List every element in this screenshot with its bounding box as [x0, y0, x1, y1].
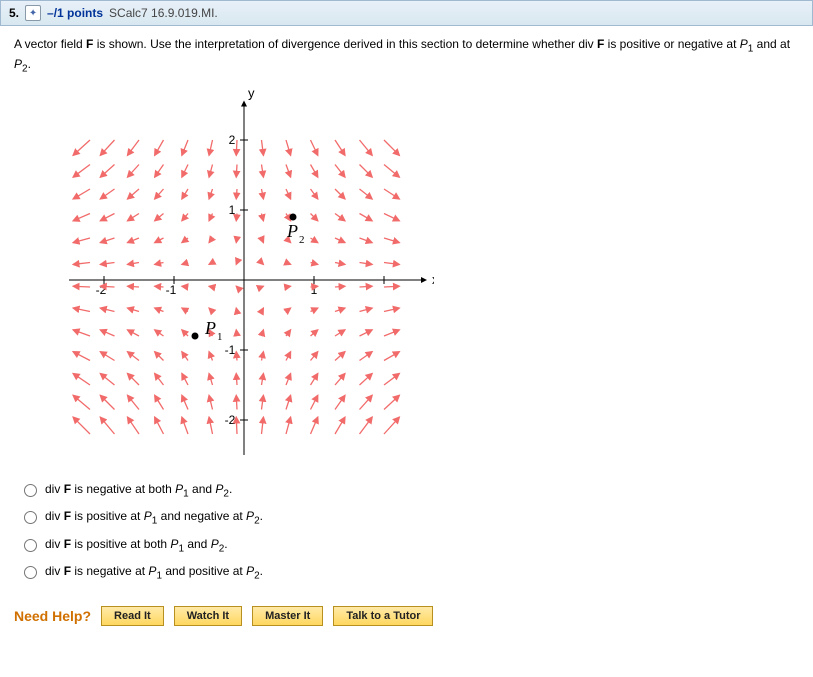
svg-text:1: 1 — [217, 331, 223, 343]
svg-text:-2: -2 — [96, 283, 107, 297]
choice-option-2[interactable]: div F is positive at P1 and negative at … — [14, 504, 799, 531]
svg-text:y: y — [248, 85, 255, 100]
question-number: 5. — [9, 6, 19, 20]
symbol-P: P — [14, 57, 22, 71]
svg-text:1: 1 — [229, 203, 236, 217]
read-it-button[interactable]: Read It — [101, 606, 164, 626]
talk-to-tutor-button[interactable]: Talk to a Tutor — [333, 606, 433, 626]
question-reference: SCalc7 16.9.019.MI. — [109, 6, 218, 20]
collapse-icon[interactable]: ✦ — [25, 5, 41, 21]
prompt-text: . — [28, 57, 31, 71]
question-prompt: A vector field F is shown. Use the inter… — [14, 36, 799, 77]
svg-text:1: 1 — [311, 283, 318, 297]
choice-text: div F is positive at P1 and negative at … — [45, 509, 263, 526]
svg-text:P: P — [286, 221, 298, 241]
choice-text: div F is negative at P1 and positive at … — [45, 564, 263, 581]
need-help-label: Need Help? — [14, 608, 91, 624]
choice-option-1[interactable]: div F is negative at both P1 and P2. — [14, 477, 799, 504]
symbol-P: P — [740, 37, 748, 51]
radio-option-4[interactable] — [24, 566, 37, 579]
radio-option-1[interactable] — [24, 484, 37, 497]
choice-option-4[interactable]: div F is negative at P1 and positive at … — [14, 559, 799, 586]
svg-text:2: 2 — [229, 133, 236, 147]
answer-choices: div F is negative at both P1 and P2. div… — [14, 477, 799, 587]
vector-field-figure: -2-1112-1-2yxP1P2 — [14, 85, 799, 465]
master-it-button[interactable]: Master It — [252, 606, 323, 626]
vector-field-svg: -2-1112-1-2yxP1P2 — [14, 85, 434, 465]
help-row: Need Help? Read It Watch It Master It Ta… — [14, 606, 799, 626]
points-label: –/1 points — [47, 6, 103, 20]
question-content: A vector field F is shown. Use the inter… — [0, 26, 813, 640]
svg-text:x: x — [432, 272, 434, 287]
radio-option-2[interactable] — [24, 511, 37, 524]
prompt-text: and at — [753, 37, 790, 51]
watch-it-button[interactable]: Watch It — [174, 606, 242, 626]
choice-text: div F is negative at both P1 and P2. — [45, 482, 232, 499]
choice-option-3[interactable]: div F is positive at both P1 and P2. — [14, 532, 799, 559]
prompt-text: A vector field — [14, 37, 86, 51]
radio-option-3[interactable] — [24, 539, 37, 552]
svg-text:-1: -1 — [225, 343, 236, 357]
svg-text:P: P — [204, 318, 216, 338]
svg-text:-1: -1 — [166, 283, 177, 297]
choice-text: div F is positive at both P1 and P2. — [45, 537, 228, 554]
question-header: 5. ✦ –/1 points SCalc7 16.9.019.MI. — [0, 0, 813, 26]
svg-text:-2: -2 — [225, 413, 236, 427]
svg-text:2: 2 — [299, 234, 305, 246]
prompt-text: is shown. Use the interpretation of dive… — [93, 37, 597, 51]
prompt-text: is positive or negative at — [604, 37, 739, 51]
